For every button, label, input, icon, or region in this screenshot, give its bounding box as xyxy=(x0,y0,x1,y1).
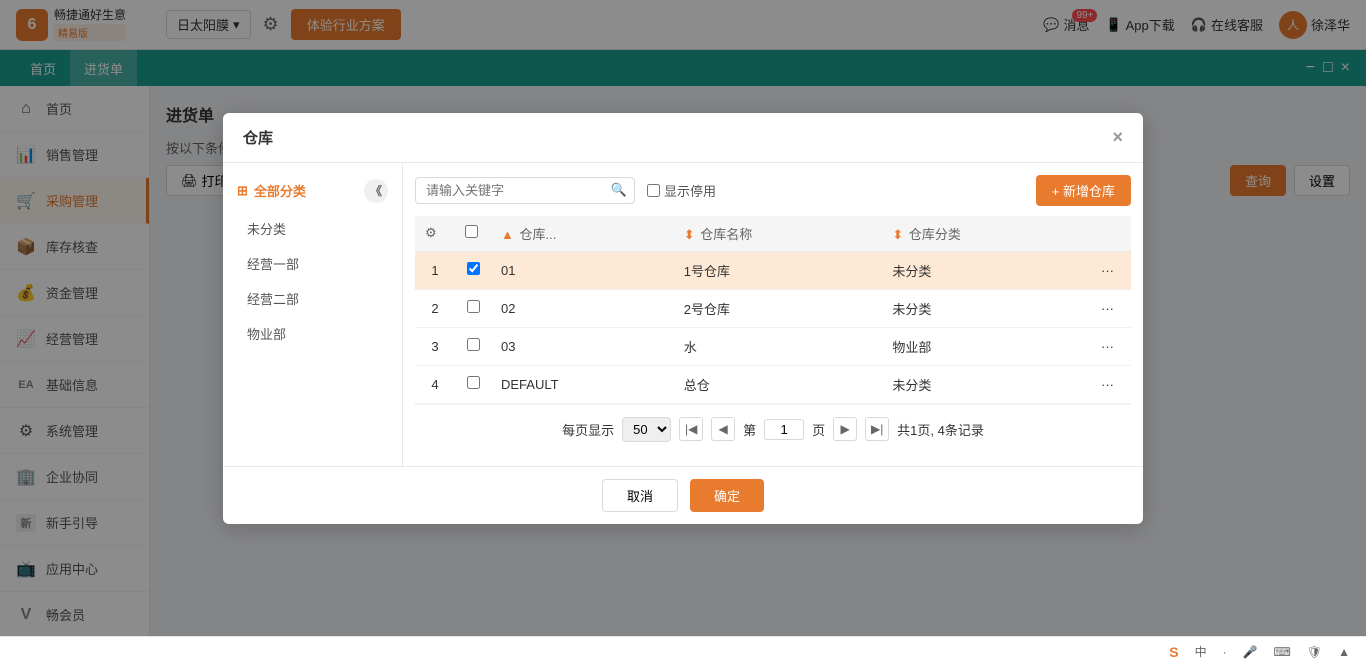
sort-name-icon: ⬍ xyxy=(684,227,695,242)
select-all-checkbox[interactable] xyxy=(465,225,478,238)
category-ops1[interactable]: 经营一部 xyxy=(223,246,402,281)
cancel-btn[interactable]: 取消 xyxy=(602,479,678,512)
modal-close-btn[interactable]: × xyxy=(1112,127,1123,148)
row-checkbox-cell xyxy=(455,289,491,327)
search-input[interactable] xyxy=(415,177,635,204)
row-num: 3 xyxy=(415,327,455,365)
taskbar-icon: ▲ xyxy=(1338,645,1350,659)
row-num: 4 xyxy=(415,365,455,403)
row-code: 02 xyxy=(491,289,674,327)
modal-body: ⊞ 全部分类 《 未分类 经营一部 经营二部 物业部 🔍 xyxy=(223,163,1143,466)
category-all-label: 全部分类 xyxy=(254,181,306,200)
warehouse-table: ⚙ ▲ 仓库... ⬍ xyxy=(415,216,1131,404)
row-actions[interactable]: ··· xyxy=(1091,251,1131,289)
row-name: 1号仓库 xyxy=(674,251,883,289)
row-name: 水 xyxy=(674,327,883,365)
pagination: 每页显示 50 |◀ ◀ 第 页 ▶ ▶| 共1页, 4条记录 xyxy=(415,404,1131,454)
category-property[interactable]: 物业部 xyxy=(223,316,402,351)
row-category: 未分类 xyxy=(882,251,1091,289)
row-checkbox-cell xyxy=(455,327,491,365)
col-checkbox-header xyxy=(455,216,491,252)
status-dot: · xyxy=(1223,645,1227,659)
per-page-label: 每页显示 xyxy=(562,420,614,439)
modal-header: 仓库 × xyxy=(223,113,1143,163)
grid-icon: ⊞ xyxy=(237,183,248,199)
category-ops2[interactable]: 经营二部 xyxy=(223,281,402,316)
first-page-btn[interactable]: |◀ xyxy=(679,417,703,441)
status-cn-label: 中 xyxy=(1195,643,1207,660)
new-warehouse-btn[interactable]: + 新增仓库 xyxy=(1036,175,1131,206)
row-checkbox-cell xyxy=(455,365,491,403)
per-page-select[interactable]: 50 xyxy=(622,417,671,442)
status-bar: S 中 · 🎤 ⌨ 🛡 ▲ xyxy=(0,636,1366,666)
search-icon[interactable]: 🔍 xyxy=(611,182,627,198)
row-category: 未分类 xyxy=(882,365,1091,403)
page-label: 第 xyxy=(743,420,756,439)
table-row: 1 01 1号仓库 未分类 ··· xyxy=(415,251,1131,289)
category-all[interactable]: ⊞ 全部分类 《 xyxy=(223,171,402,211)
page-input[interactable] xyxy=(764,419,804,440)
row-category: 未分类 xyxy=(882,289,1091,327)
row-code: 01 xyxy=(491,251,674,289)
row-checkbox[interactable] xyxy=(467,338,480,351)
row-name: 总仓 xyxy=(674,365,883,403)
page-unit: 页 xyxy=(812,420,825,439)
row-code: 03 xyxy=(491,327,674,365)
category-panel: ⊞ 全部分类 《 未分类 经营一部 经营二部 物业部 xyxy=(223,163,403,466)
table-row: 2 02 2号仓库 未分类 ··· xyxy=(415,289,1131,327)
table-header-row: ⚙ ▲ 仓库... ⬍ xyxy=(415,216,1131,252)
table-row: 3 03 水 物业部 ··· xyxy=(415,327,1131,365)
show-disabled-text: 显示停用 xyxy=(664,181,716,200)
table-row: 4 DEFAULT 总仓 未分类 ··· xyxy=(415,365,1131,403)
table-container: ⚙ ▲ 仓库... ⬍ xyxy=(415,216,1131,404)
row-category: 物业部 xyxy=(882,327,1091,365)
row-num: 2 xyxy=(415,289,455,327)
modal-title: 仓库 xyxy=(243,127,273,148)
col-settings-header: ⚙ xyxy=(415,216,455,252)
col-code-header: ▲ 仓库... xyxy=(491,216,674,252)
page-summary: 共1页, 4条记录 xyxy=(897,420,984,439)
last-page-btn[interactable]: ▶| xyxy=(865,417,889,441)
category-uncat[interactable]: 未分类 xyxy=(223,211,402,246)
row-code: DEFAULT xyxy=(491,365,674,403)
shield-icon: 🛡 xyxy=(1307,645,1322,659)
row-checkbox-cell xyxy=(455,251,491,289)
col-name-header: ⬍ 仓库名称 xyxy=(674,216,883,252)
row-actions[interactable]: ··· xyxy=(1091,289,1131,327)
col-actions-header xyxy=(1091,216,1131,252)
sort-cat-icon: ⬍ xyxy=(892,227,903,242)
show-disabled-label[interactable]: 显示停用 xyxy=(647,181,716,200)
row-name: 2号仓库 xyxy=(674,289,883,327)
next-page-btn[interactable]: ▶ xyxy=(833,417,857,441)
search-bar: 🔍 显示停用 + 新增仓库 xyxy=(415,175,1131,206)
row-checkbox[interactable] xyxy=(467,376,480,389)
keyboard-icon[interactable]: ⌨ xyxy=(1274,645,1291,659)
table-panel: 🔍 显示停用 + 新增仓库 ⚙ xyxy=(403,163,1143,466)
col-category-header: ⬍ 仓库分类 xyxy=(882,216,1091,252)
table-body: 1 01 1号仓库 未分类 ··· 2 02 2号仓库 未分类 ··· 3 03… xyxy=(415,251,1131,403)
prev-page-btn[interactable]: ◀ xyxy=(711,417,735,441)
row-actions[interactable]: ··· xyxy=(1091,365,1131,403)
confirm-btn[interactable]: 确定 xyxy=(690,479,764,512)
modal-overlay: 仓库 × ⊞ 全部分类 《 未分类 经营一部 经营二部 物业部 xyxy=(0,0,1366,636)
sort-code-icon: ▲ xyxy=(501,227,514,242)
row-checkbox[interactable] xyxy=(467,300,480,313)
row-checkbox[interactable] xyxy=(467,262,480,275)
settings-gear-icon[interactable]: ⚙ xyxy=(425,225,437,240)
collapse-panel-btn[interactable]: 《 xyxy=(364,179,388,203)
mic-icon[interactable]: 🎤 xyxy=(1243,645,1258,659)
status-s-logo: S xyxy=(1169,644,1178,660)
row-actions[interactable]: ··· xyxy=(1091,327,1131,365)
search-input-wrap: 🔍 xyxy=(415,177,635,204)
show-disabled-checkbox[interactable] xyxy=(647,184,660,197)
row-num: 1 xyxy=(415,251,455,289)
modal-footer: 取消 确定 xyxy=(223,466,1143,524)
warehouse-modal: 仓库 × ⊞ 全部分类 《 未分类 经营一部 经营二部 物业部 xyxy=(223,113,1143,524)
